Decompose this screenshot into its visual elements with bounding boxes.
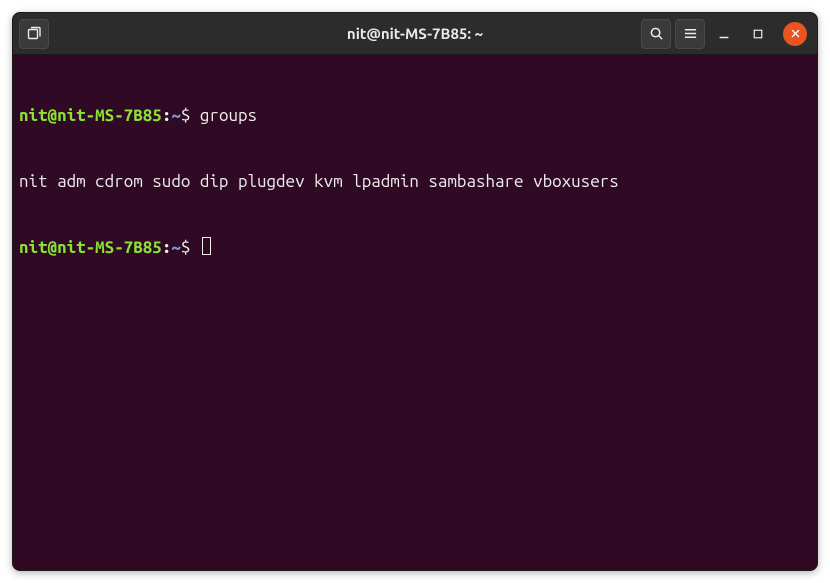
prompt-colon: :	[162, 237, 172, 259]
close-icon	[790, 28, 801, 39]
maximize-button[interactable]	[743, 19, 773, 49]
terminal-body[interactable]: nit@nit-MS-7B85:~$ groups nit adm cdrom …	[13, 55, 817, 570]
search-button[interactable]	[641, 19, 671, 49]
minimize-button[interactable]	[709, 19, 739, 49]
new-tab-icon	[26, 26, 42, 42]
minimize-icon	[717, 27, 731, 41]
hamburger-icon	[683, 26, 698, 41]
prompt-userhost: nit@nit-MS-7B85	[19, 105, 162, 127]
prompt-userhost: nit@nit-MS-7B85	[19, 237, 162, 259]
search-icon	[649, 26, 664, 41]
titlebar-left	[19, 19, 199, 49]
new-tab-button[interactable]	[19, 19, 49, 49]
prompt-colon: :	[162, 105, 172, 127]
titlebar-right	[631, 19, 811, 49]
output-line-1: nit adm cdrom sudo dip plugdev kvm lpadm…	[19, 171, 811, 193]
prompt-path: ~	[171, 237, 181, 259]
prompt-dollar: $	[181, 105, 200, 127]
terminal-window: nit@nit-MS-7B85: ~	[12, 12, 818, 571]
prompt-dollar: $	[181, 237, 200, 259]
prompt-line-1: nit@nit-MS-7B85:~$ groups	[19, 105, 811, 127]
prompt-path: ~	[171, 105, 181, 127]
titlebar: nit@nit-MS-7B85: ~	[13, 13, 817, 55]
prompt-line-2: nit@nit-MS-7B85:~$	[19, 237, 811, 259]
window-title: nit@nit-MS-7B85: ~	[199, 25, 631, 42]
close-button[interactable]	[783, 22, 807, 46]
cursor	[202, 237, 211, 255]
menu-button[interactable]	[675, 19, 705, 49]
maximize-icon	[752, 28, 764, 40]
command-text: groups	[200, 105, 257, 127]
